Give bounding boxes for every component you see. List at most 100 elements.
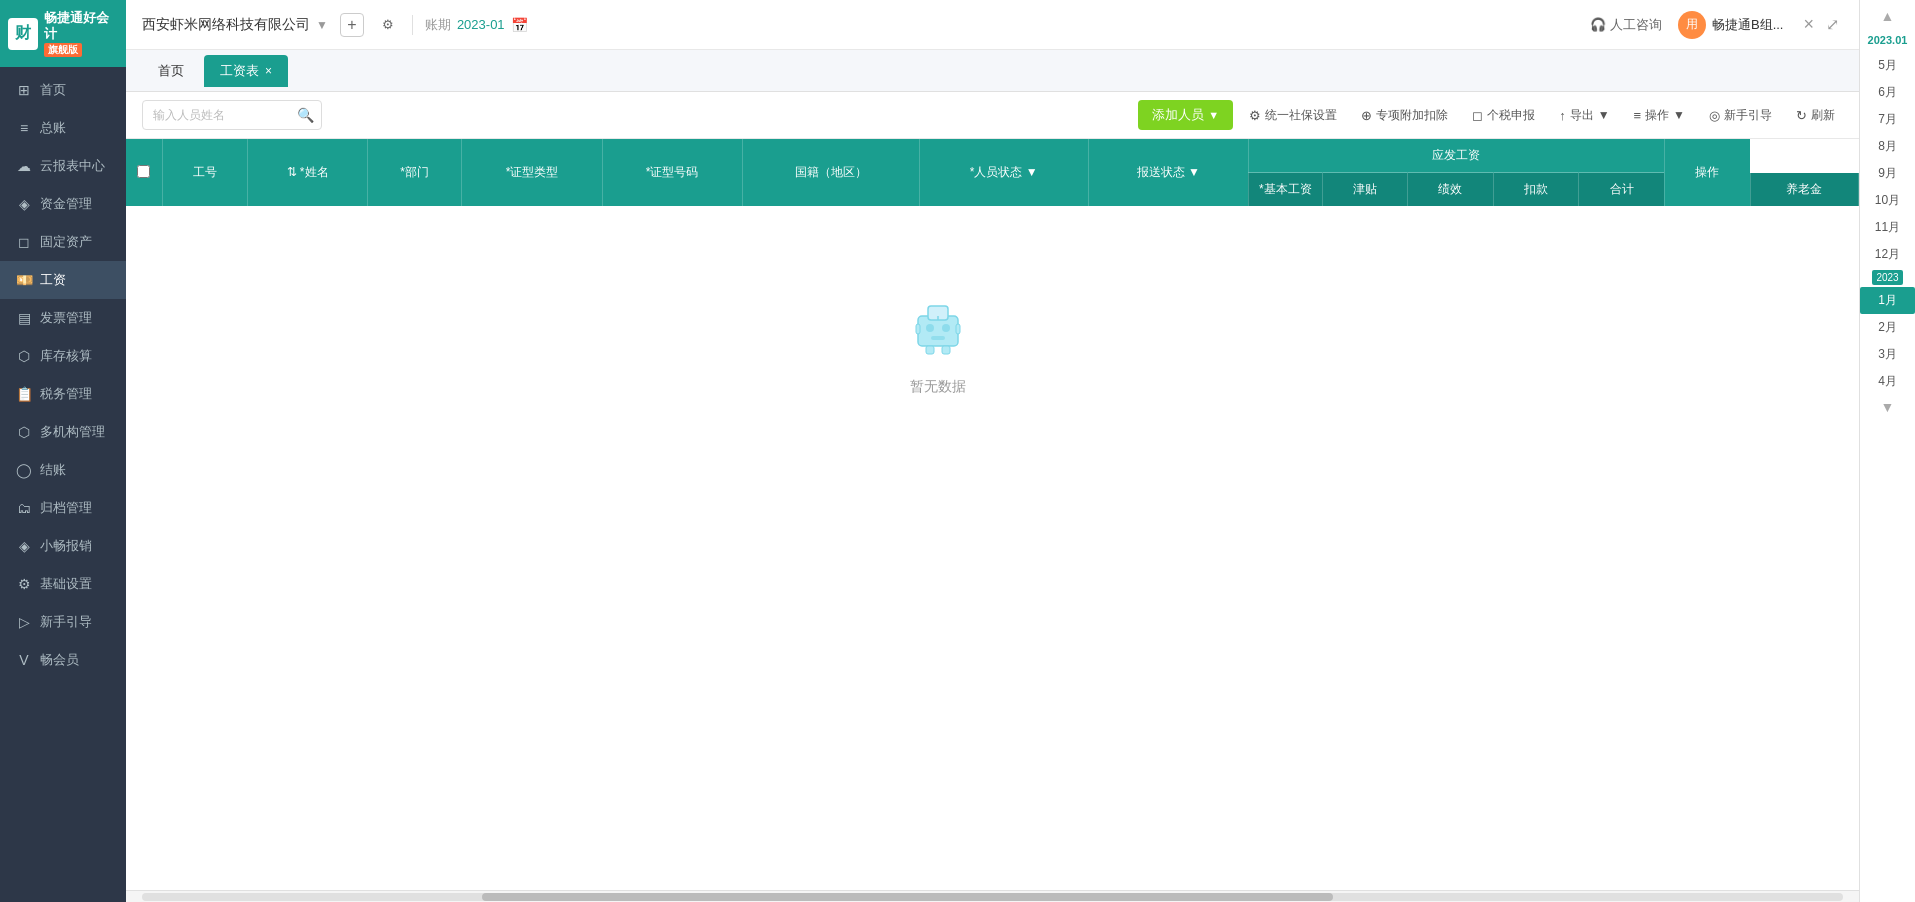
- th-name[interactable]: ⇅ *姓名: [248, 139, 368, 206]
- sidebar-label-guide: 新手引导: [40, 613, 92, 631]
- sidebar-item-expense[interactable]: ◈ 小畅报销: [0, 527, 126, 565]
- month-4[interactable]: 4月: [1860, 368, 1915, 395]
- year-badge: 2023: [1872, 270, 1902, 285]
- tab-home-label: 首页: [158, 62, 184, 80]
- deduction-button[interactable]: ⊕ 专项附加扣除: [1353, 103, 1456, 128]
- sidebar-item-cloud-report[interactable]: ☁ 云报表中心: [0, 147, 126, 185]
- sidebar-label-close: 结账: [40, 461, 66, 479]
- filter-icon-2: ▼: [1188, 165, 1200, 179]
- toolbar: 🔍 添加人员 ▼ ⚙ 统一社保设置 ⊕ 专项附加扣除 ◻ 个税申报 ↑ 导出 ▼…: [126, 92, 1859, 139]
- th-action: 操作: [1664, 139, 1750, 206]
- sidebar-item-asset[interactable]: ◻ 固定资产: [0, 223, 126, 261]
- social-settings-button[interactable]: ⚙ 统一社保设置: [1241, 103, 1345, 128]
- th-allowance: 津贴: [1322, 173, 1408, 207]
- scrollbar-track: [142, 893, 1843, 901]
- export-button[interactable]: ↑ 导出 ▼: [1551, 103, 1617, 128]
- company-selector[interactable]: 西安虾米网络科技有限公司 ▼: [142, 16, 328, 34]
- tax-report-button[interactable]: ◻ 个税申报: [1464, 103, 1543, 128]
- sidebar-item-fund[interactable]: ◈ 资金管理: [0, 185, 126, 223]
- logo-icon: 财: [8, 18, 38, 50]
- month-6[interactable]: 6月: [1860, 79, 1915, 106]
- sidebar-item-tax[interactable]: 📋 税务管理: [0, 375, 126, 413]
- th-submit-status[interactable]: 报送状态 ▼: [1088, 139, 1248, 206]
- payroll-icon: 💴: [16, 272, 32, 288]
- operation-button[interactable]: ≡ 操作 ▼: [1626, 103, 1693, 128]
- th-person-status[interactable]: *人员状态 ▼: [919, 139, 1088, 206]
- sidebar-item-home[interactable]: ⊞ 首页: [0, 71, 126, 109]
- service-button[interactable]: 🎧 人工咨询: [1590, 16, 1662, 34]
- sidebar-item-archive[interactable]: 🗂 归档管理: [0, 489, 126, 527]
- empty-icon: [898, 286, 978, 366]
- sidebar-label-multi-org: 多机构管理: [40, 423, 105, 441]
- sidebar-item-settings[interactable]: ⚙ 基础设置: [0, 565, 126, 603]
- sidebar-nav: ⊞ 首页 ≡ 总账 ☁ 云报表中心 ◈ 资金管理 ◻ 固定资产 💴 工资 ▤ 发…: [0, 67, 126, 902]
- svg-rect-9: [942, 346, 950, 354]
- sidebar-item-invoice[interactable]: ▤ 发票管理: [0, 299, 126, 337]
- window-controls: × ⤢: [1799, 10, 1843, 39]
- scrollbar-thumb[interactable]: [482, 893, 1333, 901]
- window-expand-button[interactable]: ⤢: [1822, 11, 1843, 38]
- month-11[interactable]: 11月: [1860, 214, 1915, 241]
- sidebar-label-member: 畅会员: [40, 651, 79, 669]
- deduction-icon: ⊕: [1361, 108, 1372, 123]
- search-icon: 🔍: [297, 107, 314, 123]
- month-8[interactable]: 8月: [1860, 133, 1915, 160]
- month-10[interactable]: 10月: [1860, 187, 1915, 214]
- calendar-icon[interactable]: 📅: [511, 17, 528, 33]
- operation-icon: ≡: [1634, 108, 1642, 123]
- select-all-header[interactable]: [126, 139, 162, 206]
- sidebar-label-archive: 归档管理: [40, 499, 92, 517]
- month-3[interactable]: 3月: [1860, 341, 1915, 368]
- panel-scroll-down-button[interactable]: ▼: [1877, 395, 1899, 419]
- topbar-divider: [412, 15, 413, 35]
- month-2[interactable]: 2月: [1860, 314, 1915, 341]
- sidebar-item-multi-org[interactable]: ⬡ 多机构管理: [0, 413, 126, 451]
- scrollbar-area[interactable]: [126, 890, 1859, 902]
- month-1[interactable]: 1月: [1860, 287, 1915, 314]
- tax-icon: ◻: [1472, 108, 1483, 123]
- table-header-row1: 工号 ⇅ *姓名 *部门 *证型类型 *证型号码 国籍（地区） *人员状态 ▼ …: [126, 139, 1859, 173]
- month-9[interactable]: 9月: [1860, 160, 1915, 187]
- sidebar-item-member[interactable]: V 畅会员: [0, 641, 126, 679]
- search-input[interactable]: [142, 100, 322, 130]
- service-label: 人工咨询: [1610, 16, 1662, 34]
- sidebar-item-inventory[interactable]: ⬡ 库存核算: [0, 337, 126, 375]
- guide-icon: ◎: [1709, 108, 1720, 123]
- add-person-chevron-icon: ▼: [1208, 109, 1219, 121]
- tab-payroll-table[interactable]: 工资表 ×: [204, 55, 288, 87]
- sidebar-item-close-account[interactable]: ◯ 结账: [0, 451, 126, 489]
- app-logo: 财 畅捷通好会计 旗舰版: [0, 0, 126, 67]
- topbar-right: 🎧 人工咨询 用 畅捷通B组... × ⤢: [1590, 10, 1843, 39]
- sidebar-item-guide[interactable]: ▷ 新手引导: [0, 603, 126, 641]
- th-base-salary: *基本工资: [1248, 173, 1322, 207]
- window-close-button[interactable]: ×: [1799, 10, 1818, 39]
- inventory-icon: ⬡: [16, 348, 32, 364]
- username: 畅捷通B组...: [1712, 16, 1784, 34]
- th-nationality: 国籍（地区）: [742, 139, 919, 206]
- add-person-button[interactable]: 添加人员 ▼: [1138, 100, 1233, 130]
- month-7[interactable]: 7月: [1860, 106, 1915, 133]
- sidebar-item-payroll[interactable]: 💴 工资: [0, 261, 126, 299]
- add-company-button[interactable]: +: [340, 13, 364, 37]
- sidebar-label-home: 首页: [40, 81, 66, 99]
- settings-button[interactable]: ⚙: [376, 13, 400, 37]
- sidebar-item-ledger[interactable]: ≡ 总账: [0, 109, 126, 147]
- social-icon: ⚙: [1249, 108, 1261, 123]
- refresh-button[interactable]: ↻ 刷新: [1788, 103, 1843, 128]
- tab-home[interactable]: 首页: [142, 55, 200, 87]
- period-header: 2023.01: [1864, 28, 1912, 52]
- month-5[interactable]: 5月: [1860, 52, 1915, 79]
- th-yingfa-group: 应发工资: [1248, 139, 1664, 173]
- user-menu[interactable]: 用 畅捷通B组...: [1678, 11, 1784, 39]
- guide-button[interactable]: ◎ 新手引导: [1701, 103, 1780, 128]
- tab-close-button[interactable]: ×: [265, 64, 272, 78]
- panel-scroll-up-button[interactable]: ▲: [1877, 4, 1899, 28]
- svg-point-4: [942, 324, 950, 332]
- sidebar-label-ledger: 总账: [40, 119, 66, 137]
- right-panel: ▲ 2023.01 5月 6月 7月 8月 9月 10月 11月 12月 202…: [1859, 0, 1915, 902]
- month-12[interactable]: 12月: [1860, 241, 1915, 268]
- select-all-checkbox[interactable]: [137, 165, 150, 178]
- multi-org-icon: ⬡: [16, 424, 32, 440]
- ledger-icon: ≡: [16, 120, 32, 136]
- sidebar-label-expense: 小畅报销: [40, 537, 92, 555]
